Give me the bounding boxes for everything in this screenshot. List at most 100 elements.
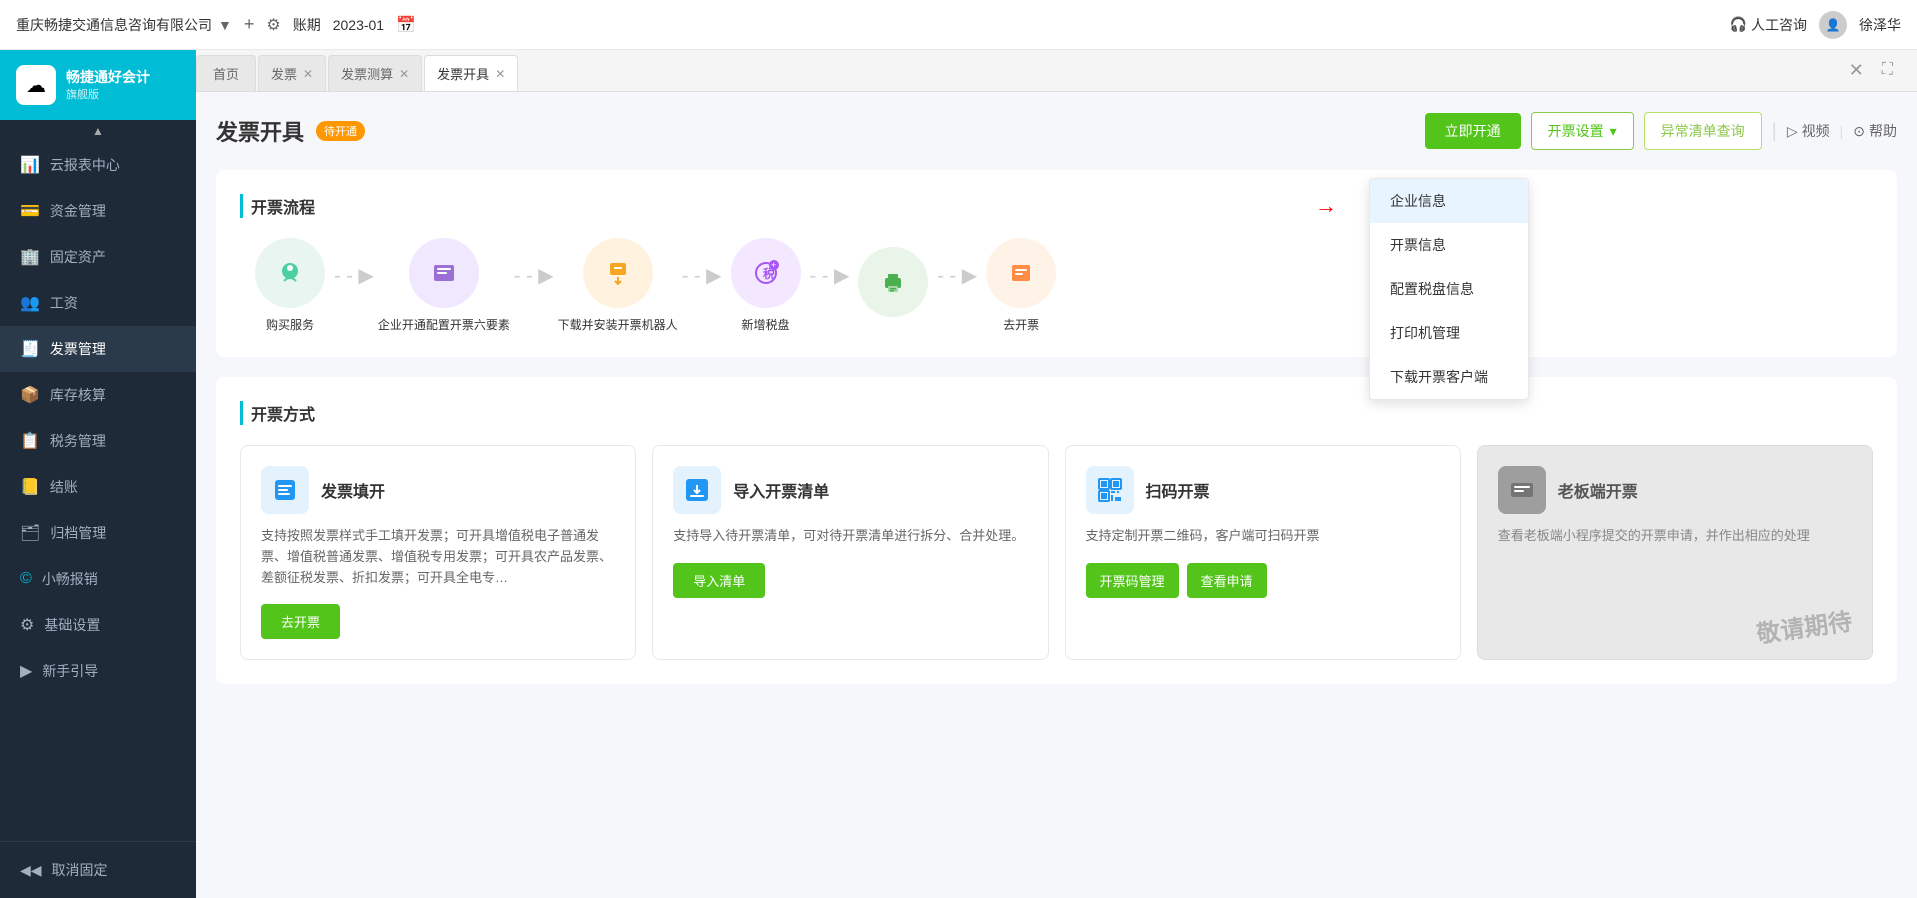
sidebar-item-xiaobao[interactable]: © 小畅报销 xyxy=(0,556,196,602)
sidebar-item-zijin[interactable]: 💳 资金管理 xyxy=(0,188,196,234)
sidebar-item-kucun[interactable]: 📦 库存核算 xyxy=(0,372,196,418)
sidebar-item-guding[interactable]: 🏢 固定资产 xyxy=(0,234,196,280)
sidebar-item-fapiao[interactable]: 🧾 发票管理 xyxy=(0,326,196,372)
method-import-title: 导入开票清单 xyxy=(733,478,829,502)
tab-invoice-issue[interactable]: 发票开具 ✕ xyxy=(424,55,518,91)
method-scan-desc: 支持定制开票二维码，客户端可扫码开票 xyxy=(1086,526,1440,547)
sidebar-scroll-up[interactable]: ▲ xyxy=(0,120,196,142)
red-arrow-icon: → xyxy=(1315,193,1337,219)
gear-icon: ⚙ xyxy=(20,615,34,635)
flow-step-download: 下载并安装开票机器人 xyxy=(558,238,678,333)
boss-waiting-overlay: 敬请期待 xyxy=(1754,602,1854,650)
flow-step-invoiceout: 去开票 xyxy=(981,238,1061,333)
sidebar-logo: ☁ 畅捷通好会计 旗舰版 xyxy=(0,50,196,120)
tab-invoice-close[interactable]: ✕ xyxy=(303,67,313,81)
boss-icon xyxy=(1498,466,1546,514)
play-circle-icon: ▷ xyxy=(1787,123,1798,140)
company-selector[interactable]: 重庆畅捷交通信息咨询有限公司 ▼ xyxy=(16,15,232,35)
flow-step-print xyxy=(853,247,933,325)
dropdown-item-download-client[interactable]: 下载开票客户端 xyxy=(1370,355,1528,399)
import-icon xyxy=(673,466,721,514)
help-button[interactable]: ⊙ 帮助 xyxy=(1853,121,1897,141)
account-period-value: 2023-01 xyxy=(333,17,384,33)
close-panel-button[interactable]: ✕ xyxy=(1841,50,1872,91)
sidebar-item-xinshouyindao[interactable]: ▶ 新手引导 xyxy=(0,648,196,694)
method-boss-title: 老板端开票 xyxy=(1558,478,1638,502)
svg-text:+: + xyxy=(771,260,776,270)
invoice-nav-icon: 🧾 xyxy=(20,339,40,359)
video-button[interactable]: ▷ 视频 xyxy=(1787,121,1830,141)
user-avatar: 👤 xyxy=(1819,11,1847,39)
flow-section-title: 开票流程 xyxy=(240,194,1873,218)
settings-icon[interactable]: ⚙ xyxy=(266,15,280,35)
company-name: 重庆畅捷交通信息咨询有限公司 xyxy=(16,15,212,35)
divider-vertical: | xyxy=(1772,120,1777,143)
tab-invoice-calc-close[interactable]: ✕ xyxy=(399,67,409,81)
logo-icon: ☁ xyxy=(16,65,56,105)
sidebar-item-gongzi[interactable]: 👥 工资 xyxy=(0,280,196,326)
logo-text: 畅捷通好会计 xyxy=(66,68,150,86)
settings-button-label: 开票设置 xyxy=(1548,121,1604,141)
archive-icon: 🗂 xyxy=(20,523,40,543)
method-card-scan: 扫码开票 支持定制开票二维码，客户端可扫码开票 开票码管理 查看申请 xyxy=(1065,445,1461,660)
settings-button[interactable]: 开票设置 ▾ xyxy=(1531,112,1634,150)
money-icon: 💳 xyxy=(20,201,40,221)
flow-arrow-4: - - ▶ xyxy=(810,263,850,288)
invoice-methods-section: 开票方式 发票填开 支持按照发票样式手工填开发票；可开具增值税电子普通发票、增值… xyxy=(216,377,1897,684)
user-name: 徐泽华 xyxy=(1859,15,1901,35)
fill-invoice-button[interactable]: 去开票 xyxy=(261,604,340,639)
tax-icon: 📋 xyxy=(20,431,40,451)
dropdown-item-invoice-info[interactable]: 开票信息 xyxy=(1370,223,1528,267)
tab-invoice[interactable]: 发票 ✕ xyxy=(258,55,326,91)
company-dropdown-icon: ▼ xyxy=(218,17,232,33)
help-label: 帮助 xyxy=(1869,121,1897,141)
tab-invoice-issue-close[interactable]: ✕ xyxy=(495,67,505,81)
scan-icon xyxy=(1086,466,1134,514)
dropdown-item-company-info[interactable]: 企业信息 xyxy=(1370,179,1528,223)
tab-invoice-calc[interactable]: 发票测算 ✕ xyxy=(328,55,422,91)
flow-step-tax: 税+ 新增税盘 xyxy=(726,238,806,333)
box-icon: 📦 xyxy=(20,385,40,405)
flow-arrow-1: - - ▶ xyxy=(334,263,374,288)
calendar-icon[interactable]: 📅 xyxy=(396,15,416,35)
help-circle-icon: ⊙ xyxy=(1853,123,1865,140)
add-tab-button[interactable]: + xyxy=(244,14,255,35)
dropdown-item-printer[interactable]: 打印机管理 xyxy=(1370,311,1528,355)
activate-button[interactable]: 立即开通 xyxy=(1425,113,1521,149)
logo-sub: 旗舰版 xyxy=(66,86,150,102)
sidebar-item-jiezhang[interactable]: 📒 结账 xyxy=(0,464,196,510)
expand-panel-button[interactable]: ⛶ xyxy=(1874,50,1901,91)
sidebar-item-guidang[interactable]: 🗂 归档管理 xyxy=(0,510,196,556)
ledger-icon: 📒 xyxy=(20,477,40,497)
invoice-flow-section: 开票流程 购买服务 - - ▶ 企 xyxy=(216,170,1897,357)
sidebar-item-shuiwu[interactable]: 📋 税务管理 xyxy=(0,418,196,464)
sidebar-item-jichushezhi[interactable]: ⚙ 基础设置 xyxy=(0,602,196,648)
flow-arrow-3: - - ▶ xyxy=(682,263,722,288)
page-title: 发票开具 xyxy=(216,115,304,147)
method-card-fill: 发票填开 支持按照发票样式手工填开发票；可开具增值税电子普通发票、增值税普通发票… xyxy=(240,445,636,660)
sidebar-item-yunbao[interactable]: 📊 云报表中心 xyxy=(0,142,196,188)
view-apply-button[interactable]: 查看申请 xyxy=(1187,563,1267,598)
flow-step-buy: 购买服务 xyxy=(250,238,330,333)
method-scan-title: 扫码开票 xyxy=(1146,478,1210,502)
method-boss-desc: 查看老板端小程序提交的开票申请，并作出相应的处理 xyxy=(1498,526,1852,547)
sidebar-item-quxiao[interactable]: ◀◀ 取消固定 xyxy=(0,850,196,890)
method-fill-title: 发票填开 xyxy=(321,478,385,502)
account-period-label: 账期 xyxy=(293,15,321,35)
status-badge: 待开通 xyxy=(316,121,365,141)
method-fill-desc: 支持按照发票样式手工填开发票；可开具增值税电子普通发票、增值税普通发票、增值税专… xyxy=(261,526,615,588)
unpin-icon: ◀◀ xyxy=(20,862,42,879)
scan-code-manage-button[interactable]: 开票码管理 xyxy=(1086,563,1179,598)
dropdown-item-tax-disk[interactable]: 配置税盘信息 xyxy=(1370,267,1528,311)
headset-icon: 🎧 xyxy=(1730,16,1747,33)
flow-arrow-5: - - ▶ xyxy=(937,263,977,288)
page-title-bar: 发票开具 待开通 立即开通 开票设置 ▾ 异常清单查询 | ▷ xyxy=(216,112,1897,150)
abnormal-button[interactable]: 异常清单查询 xyxy=(1644,112,1762,150)
method-card-boss: 老板端开票 查看老板端小程序提交的开票申请，并作出相应的处理 敬请期待 xyxy=(1477,445,1873,660)
import-list-button[interactable]: 导入清单 xyxy=(673,563,765,598)
fill-icon xyxy=(261,466,309,514)
flow-step-config: 企业开通配置开票六要素 xyxy=(378,238,510,333)
tab-home[interactable]: 首页 xyxy=(196,55,256,91)
settings-dropdown-arrow: ▾ xyxy=(1610,123,1617,140)
service-button[interactable]: 🎧 人工咨询 xyxy=(1730,15,1807,35)
